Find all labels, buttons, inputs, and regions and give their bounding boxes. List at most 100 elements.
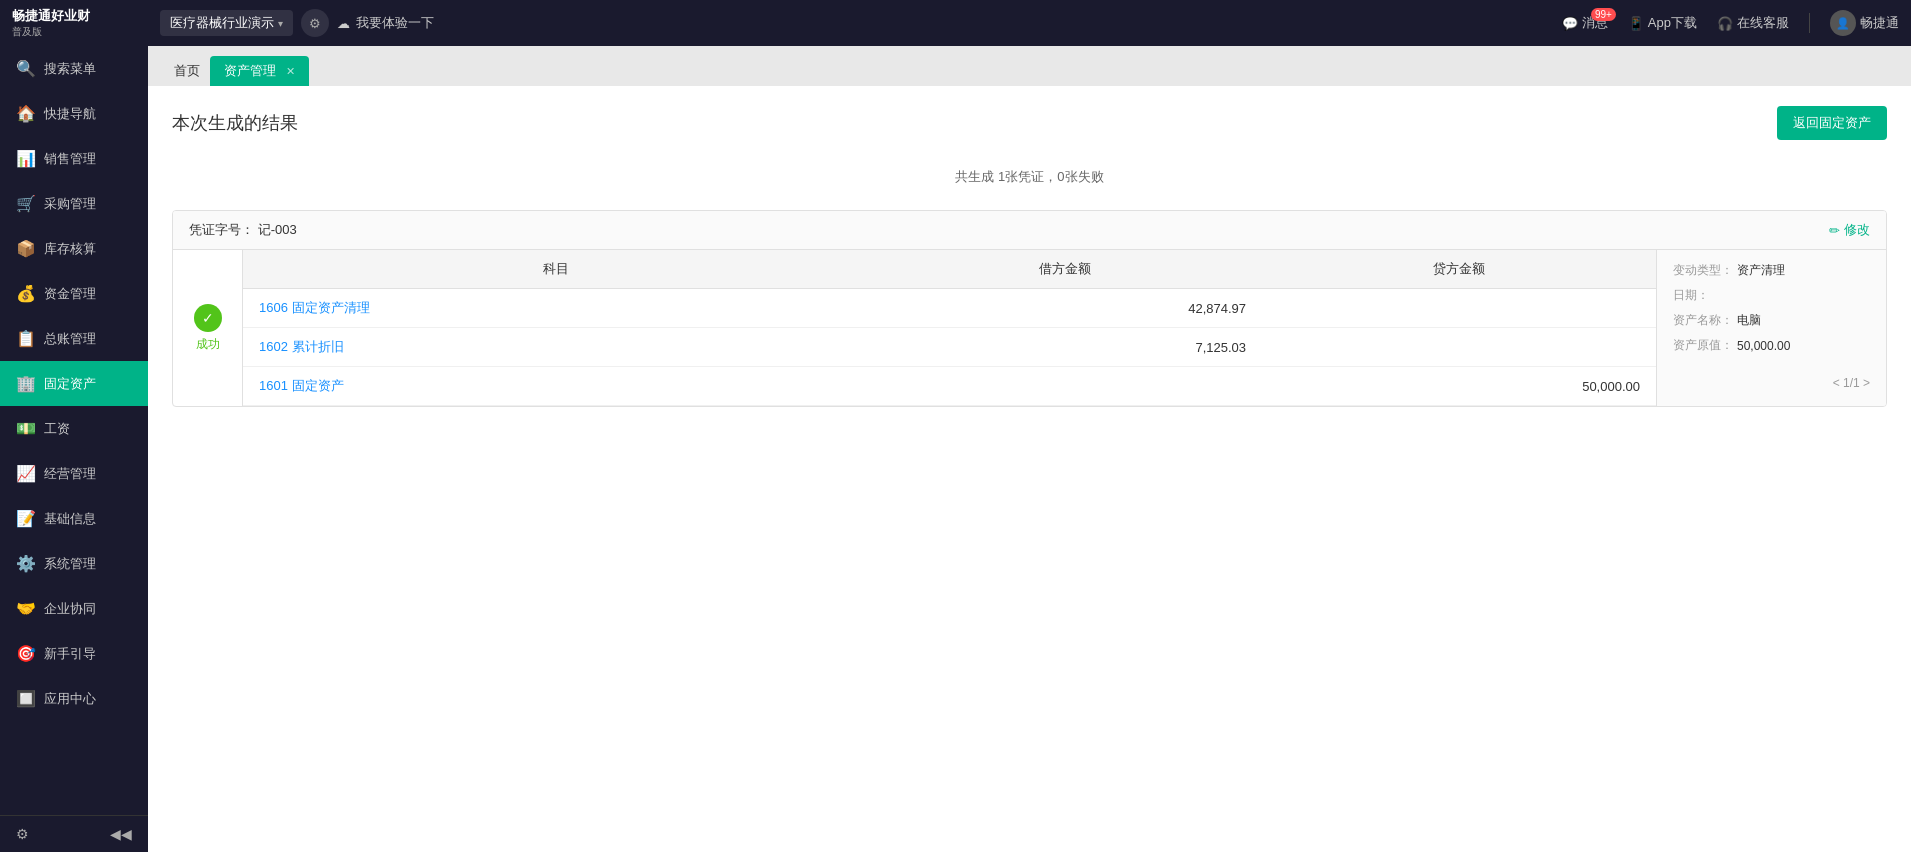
sidebar-item-enterprise[interactable]: 🤝企业协同	[0, 586, 148, 631]
edit-label: 修改	[1844, 221, 1870, 239]
edit-icon: ✏	[1829, 223, 1840, 238]
sidebar-item-label: 新手引导	[44, 645, 96, 663]
page-content: 本次生成的结果 返回固定资产 共生成 1张凭证，0张失败 凭证字号： 记-003…	[148, 86, 1911, 852]
sidebar-item-ledger[interactable]: 📋总账管理	[0, 316, 148, 361]
sidebar-item-label: 销售管理	[44, 150, 96, 168]
app-center-icon: 🔲	[16, 689, 34, 708]
system-icon: ⚙️	[16, 554, 34, 573]
side-date: 日期：	[1673, 287, 1870, 304]
tab-close-icon[interactable]: ✕	[286, 65, 295, 77]
side-original-value: 资产原值： 50,000.00	[1673, 337, 1870, 354]
app-download-button[interactable]: 📱 App下载	[1628, 14, 1697, 32]
voucher-table: 科目 借方金额 贷方金额 1606 固定资产清理 42,874.97 1602 …	[243, 250, 1656, 406]
sidebar-item-label: 搜索菜单	[44, 60, 96, 78]
table-row: 1606 固定资产清理 42,874.97	[243, 289, 1656, 328]
cell-debit-2	[868, 367, 1262, 406]
side-asset-name: 资产名称： 电脑	[1673, 312, 1870, 329]
gear-icon: ⚙	[309, 16, 321, 31]
basic-info-icon: 📝	[16, 509, 34, 528]
purchase-icon: 🛒	[16, 194, 34, 213]
message-button[interactable]: 💬 消息 99+	[1562, 14, 1608, 32]
cell-credit-0	[1262, 289, 1656, 328]
sidebar-item-label: 系统管理	[44, 555, 96, 573]
sidebar-item-system[interactable]: ⚙️ 系统管理	[0, 541, 148, 586]
sidebar-item-label: 快捷导航	[44, 105, 96, 123]
sidebar-item-label: 基础信息	[44, 510, 96, 528]
sidebar-item-operations[interactable]: 📈经营管理	[0, 451, 148, 496]
side-change-type: 变动类型： 资产清理	[1673, 262, 1870, 279]
avatar-icon: 👤	[1836, 17, 1850, 30]
company-selector[interactable]: 医疗器械行业演示 ▾	[160, 10, 293, 36]
sidebar-item-sales[interactable]: 📊 销售管理	[0, 136, 148, 181]
voucher-number: 凭证字号： 记-003	[189, 221, 297, 239]
guide-icon: 🎯	[16, 644, 34, 663]
quick-nav-icon: 🏠	[16, 104, 34, 123]
success-text: 成功	[196, 336, 220, 353]
chevron-down-icon: ▾	[278, 18, 283, 29]
user-profile[interactable]: 👤 畅捷通	[1830, 10, 1899, 36]
check-icon: ✓	[202, 310, 214, 326]
table-header-row: 科目 借方金额 贷方金额	[243, 250, 1656, 289]
date-label: 日期：	[1673, 287, 1709, 304]
tab-asset-management[interactable]: 资产管理 ✕	[210, 56, 309, 86]
sidebar-item-purchase[interactable]: 🛒 采购管理	[0, 181, 148, 226]
sales-icon: 📊	[16, 149, 34, 168]
cloud-icon: ☁	[337, 16, 350, 31]
sidebar-item-inventory[interactable]: 📦库存核算	[0, 226, 148, 271]
settings-bottom-icon[interactable]: ⚙	[16, 826, 29, 842]
sidebar-item-search[interactable]: 🔍 搜索菜单	[0, 46, 148, 91]
sidebar-item-fixed-assets[interactable]: 🏢固定资产	[0, 361, 148, 406]
sidebar-item-app-center[interactable]: 🔲应用中心	[0, 676, 148, 721]
cell-credit-2: 50,000.00	[1262, 367, 1656, 406]
cell-credit-1	[1262, 328, 1656, 367]
app-subtitle: 普及版	[12, 25, 42, 39]
sidebar-bottom: ⚙ ◀◀	[0, 815, 148, 852]
voucher-body: ✓ 成功 科目 借方金额 贷方金额	[173, 250, 1886, 406]
success-circle: ✓	[194, 304, 222, 332]
side-pagination[interactable]: < 1/1 >	[1673, 372, 1870, 394]
sidebar-item-label: 总账管理	[44, 330, 96, 348]
divider	[1809, 13, 1810, 33]
cell-subject-1: 1602 累计折旧	[243, 328, 868, 367]
collapse-icon[interactable]: ◀◀	[110, 826, 132, 842]
company-name: 医疗器械行业演示	[170, 14, 274, 32]
voucher-card: 凭证字号： 记-003 ✏ 修改 ✓ 成功	[172, 210, 1887, 407]
tab-home[interactable]: 首页	[164, 56, 210, 86]
asset-name-value: 电脑	[1737, 312, 1761, 329]
sidebar-item-basic-info[interactable]: 📝 基础信息	[0, 496, 148, 541]
page-title: 本次生成的结果	[172, 111, 298, 135]
edit-button[interactable]: ✏ 修改	[1829, 221, 1870, 239]
asset-tab-label: 资产管理	[224, 63, 276, 78]
header-right: 💬 消息 99+ 📱 App下载 🎧 在线客服 👤 畅捷通	[1562, 10, 1899, 36]
original-value-label: 资产原值：	[1673, 337, 1733, 354]
sidebar-item-guide[interactable]: 🎯 新手引导	[0, 631, 148, 676]
result-summary: 共生成 1张凭证，0张失败	[172, 160, 1887, 194]
sidebar-item-payroll[interactable]: 💵工资	[0, 406, 148, 451]
sidebar-item-label: 经营管理	[44, 465, 96, 483]
sidebar-scroll: 🔍 搜索菜单 🏠 快捷导航 📊 销售管理 🛒 采购管理 📦库存核算💰资金管理📋总账管理🏢固定资产…	[0, 46, 148, 815]
avatar: 👤	[1830, 10, 1856, 36]
message-icon: 💬	[1562, 16, 1578, 31]
settings-icon-btn[interactable]: ⚙	[301, 9, 329, 37]
sidebar-item-quick-nav[interactable]: 🏠 快捷导航	[0, 91, 148, 136]
search-icon: 🔍	[16, 59, 34, 78]
voucher-table-area: 科目 借方金额 贷方金额 1606 固定资产清理 42,874.97 1602 …	[243, 250, 1656, 406]
sidebar-item-finance[interactable]: 💰资金管理	[0, 271, 148, 316]
experience-button[interactable]: ☁ 我要体验一下	[337, 14, 434, 32]
sidebar-item-label: 采购管理	[44, 195, 96, 213]
voucher-side: 变动类型： 资产清理 日期： 资产名称： 电脑 资产原值：	[1656, 250, 1886, 406]
sidebar-item-label: 企业协同	[44, 600, 96, 618]
finance-icon: 💰	[16, 284, 34, 303]
original-value-value: 50,000.00	[1737, 339, 1790, 353]
asset-name-label: 资产名称：	[1673, 312, 1733, 329]
change-type-label: 变动类型：	[1673, 262, 1733, 279]
return-fixed-assets-button[interactable]: 返回固定资产	[1777, 106, 1887, 140]
app-title: 畅捷通好业财	[12, 7, 90, 25]
table-row: 1602 累计折旧 7,125.03	[243, 328, 1656, 367]
table-row: 1601 固定资产 50,000.00	[243, 367, 1656, 406]
col-credit: 贷方金额	[1262, 250, 1656, 289]
cell-debit-1: 7,125.03	[868, 328, 1262, 367]
home-tab-label: 首页	[174, 63, 200, 78]
header-center: 医疗器械行业演示 ▾ ⚙ ☁ 我要体验一下	[160, 9, 1562, 37]
online-service-button[interactable]: 🎧 在线客服	[1717, 14, 1789, 32]
